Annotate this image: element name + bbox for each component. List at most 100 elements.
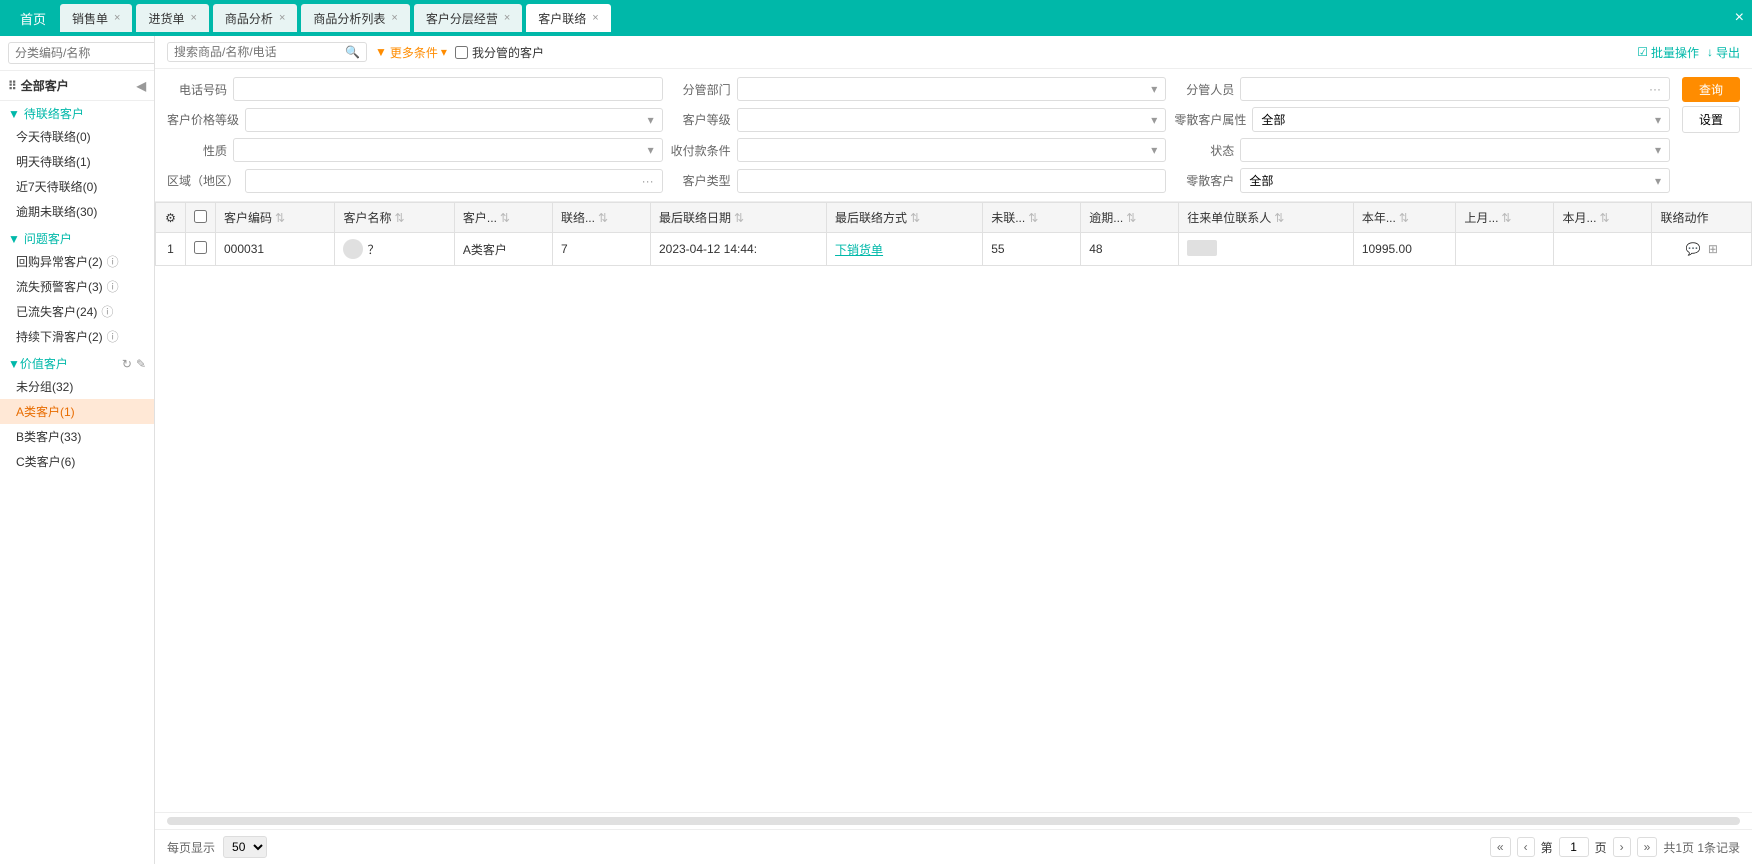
filter-customer-grade-select[interactable]: ▾ xyxy=(737,108,1167,132)
col-last-month[interactable]: 上月...⇅ xyxy=(1456,203,1554,233)
sidebar-problem-title[interactable]: ▼ 问题客户 xyxy=(0,226,154,249)
nav-tab-purchase[interactable]: 进货单 × xyxy=(136,4,208,32)
value-title-label: 价值客户 xyxy=(20,355,68,372)
filter-row-1: 电话号码 分管部门 ▾ 分管人员 xyxy=(167,77,1670,101)
query-button[interactable]: 查询 xyxy=(1682,77,1740,102)
sidebar-collapse-button[interactable]: ◀ xyxy=(137,79,146,93)
col-last-contact-date[interactable]: 最后联络日期⇅ xyxy=(650,203,826,233)
prev-page-button[interactable]: ‹ xyxy=(1517,837,1535,857)
col-this-year[interactable]: 本年...⇅ xyxy=(1353,203,1456,233)
nav-tab-customer-contact-close[interactable]: × xyxy=(592,12,598,24)
nav-tab-analysis[interactable]: 商品分析 × xyxy=(213,4,297,32)
cell-last-month xyxy=(1456,233,1554,266)
settings-icon[interactable]: ✎ xyxy=(136,357,146,371)
problem-arrow-icon: ▼ xyxy=(8,232,20,246)
col-name[interactable]: 客户名称⇅ xyxy=(335,203,454,233)
sidebar-pending-title[interactable]: ▼ 待联络客户 xyxy=(0,101,154,124)
filter-retail-select[interactable]: 全部 ▾ xyxy=(1240,168,1670,193)
nav-tab-analysis-label: 商品分析 xyxy=(225,10,273,27)
contact-method-link[interactable]: 下销货单 xyxy=(835,243,883,257)
sidebar-item-churn-warning[interactable]: 流失预警客户(3) ⓘ xyxy=(0,274,154,299)
filter-price-grade-select[interactable]: ▾ xyxy=(245,108,663,132)
filter-dept-select[interactable]: ▾ xyxy=(737,77,1167,101)
cell-index: 1 xyxy=(156,233,186,266)
batch-ops-button[interactable]: ☑ 批量操作 xyxy=(1637,44,1699,61)
nav-tab-customer-contact[interactable]: 客户联络 × xyxy=(526,4,610,32)
search-input[interactable] xyxy=(174,45,345,59)
filter-customer-grade-arrow: ▾ xyxy=(1151,113,1157,127)
declining-label: 持续下滑客户(2) xyxy=(16,328,103,345)
sidebar-item-class-a[interactable]: A类客户(1) xyxy=(0,399,154,424)
select-all-checkbox[interactable] xyxy=(194,210,207,223)
customers-table: ⚙ 客户编码⇅ 客户名称⇅ 客户...⇅ 联络...⇅ 最后联络日期⇅ 最后联络… xyxy=(155,202,1752,266)
nav-tab-purchase-label: 进货单 xyxy=(148,10,184,27)
cell-checkbox[interactable] xyxy=(186,233,216,266)
nav-tab-customer-segment-close[interactable]: × xyxy=(504,12,510,24)
nav-tab-analysis-list-close[interactable]: × xyxy=(391,12,397,24)
sidebar-item-class-c[interactable]: C类客户(6) xyxy=(0,449,154,474)
refresh-icon[interactable]: ↻ xyxy=(122,357,132,371)
col-last-contact-method[interactable]: 最后联络方式⇅ xyxy=(827,203,983,233)
filter-payment-select[interactable]: ▾ xyxy=(737,138,1167,162)
per-page-select[interactable]: 50 xyxy=(223,836,267,858)
filter-nature-select[interactable]: ▾ xyxy=(233,138,663,162)
sidebar-item-churned[interactable]: 已流失客户(24) ⓘ xyxy=(0,299,154,324)
settings-button[interactable]: 设置 xyxy=(1682,106,1740,133)
filter-status-arrow: ▾ xyxy=(1655,143,1661,157)
next-page-button[interactable]: › xyxy=(1613,837,1631,857)
my-customers-checkbox[interactable] xyxy=(455,46,468,59)
filter-retail-attr-select[interactable]: 全部 ▾ xyxy=(1252,107,1670,132)
horizontal-scrollbar[interactable] xyxy=(155,812,1752,829)
col-this-month[interactable]: 本月...⇅ xyxy=(1554,203,1652,233)
page-input[interactable] xyxy=(1559,837,1589,857)
search-wrap: 🔍 xyxy=(167,42,367,62)
sidebar-search-input[interactable] xyxy=(8,42,155,64)
col-contact-count[interactable]: 联络...⇅ xyxy=(552,203,650,233)
nav-tab-analysis-list[interactable]: 商品分析列表 × xyxy=(301,4,409,32)
page-label: 第 xyxy=(1541,839,1553,856)
row-checkbox[interactable] xyxy=(194,241,207,254)
search-submit-icon[interactable]: 🔍 xyxy=(345,45,360,59)
col-company-contact[interactable]: 往来单位联系人⇅ xyxy=(1179,203,1354,233)
sort-method-icon: ⇅ xyxy=(910,211,920,225)
col-code[interactable]: 客户编码⇅ xyxy=(216,203,335,233)
nav-tab-purchase-close[interactable]: × xyxy=(190,12,196,24)
filter-status-select[interactable]: ▾ xyxy=(1240,138,1670,162)
filter-phone-input[interactable] xyxy=(233,77,663,101)
filter-region-select[interactable]: ··· xyxy=(245,169,663,193)
h-scrollbar-thumb[interactable] xyxy=(167,817,1740,825)
sidebar-item-7days[interactable]: 近7天待联络(0) xyxy=(0,174,154,199)
action-chat-icon[interactable]: 💬 xyxy=(1686,242,1701,256)
sidebar-all-customers-header[interactable]: ⠿ 全部客户 ◀ xyxy=(0,71,154,101)
export-button[interactable]: ↓ 导出 xyxy=(1707,44,1740,61)
filter-button[interactable]: ▼ 更多条件 ▾ xyxy=(375,44,447,61)
filter-retail: 零散客户 全部 ▾ xyxy=(1174,168,1670,193)
sidebar-item-today[interactable]: 今天待联络(0) xyxy=(0,124,154,149)
sidebar-item-unclassified[interactable]: 未分组(32) xyxy=(0,374,154,399)
filter-region-label: 区域（地区） xyxy=(167,172,239,189)
action-more-icon[interactable]: ⊞ xyxy=(1708,242,1718,256)
filter-phone: 电话号码 xyxy=(167,77,663,101)
sidebar-item-repurchase-abnormal[interactable]: 回购异常客户(2) ⓘ xyxy=(0,249,154,274)
first-page-button[interactable]: « xyxy=(1490,837,1511,857)
nav-tab-analysis-close[interactable]: × xyxy=(279,12,285,24)
col-gear[interactable]: ⚙ xyxy=(156,203,186,233)
col-customer-type[interactable]: 客户...⇅ xyxy=(454,203,552,233)
nav-tab-sales-close[interactable]: × xyxy=(114,12,120,24)
class-a-label: A类客户(1) xyxy=(16,403,75,420)
nav-tab-customer-segment[interactable]: 客户分层经营 × xyxy=(414,4,522,32)
col-overdue[interactable]: 逾期...⇅ xyxy=(1081,203,1179,233)
sidebar-item-overdue[interactable]: 逾期未联络(30) xyxy=(0,199,154,224)
nav-home[interactable]: 首页 xyxy=(8,9,58,28)
sidebar-item-declining[interactable]: 持续下滑客户(2) ⓘ xyxy=(0,324,154,349)
nav-tab-sales[interactable]: 销售单 × xyxy=(60,4,132,32)
close-all-button[interactable]: × xyxy=(1735,9,1744,27)
filter-customer-type-input[interactable] xyxy=(737,169,1167,193)
filter-dept-arrow: ▾ xyxy=(1151,82,1157,96)
sidebar-value-title[interactable]: ▼ 价值客户 ↻ ✎ xyxy=(0,351,154,374)
filter-person-select[interactable]: ··· xyxy=(1240,77,1670,101)
sidebar-item-class-b[interactable]: B类客户(33) xyxy=(0,424,154,449)
col-no-contact[interactable]: 未联...⇅ xyxy=(983,203,1081,233)
last-page-button[interactable]: » xyxy=(1637,837,1658,857)
sidebar-item-tomorrow[interactable]: 明天待联络(1) xyxy=(0,149,154,174)
